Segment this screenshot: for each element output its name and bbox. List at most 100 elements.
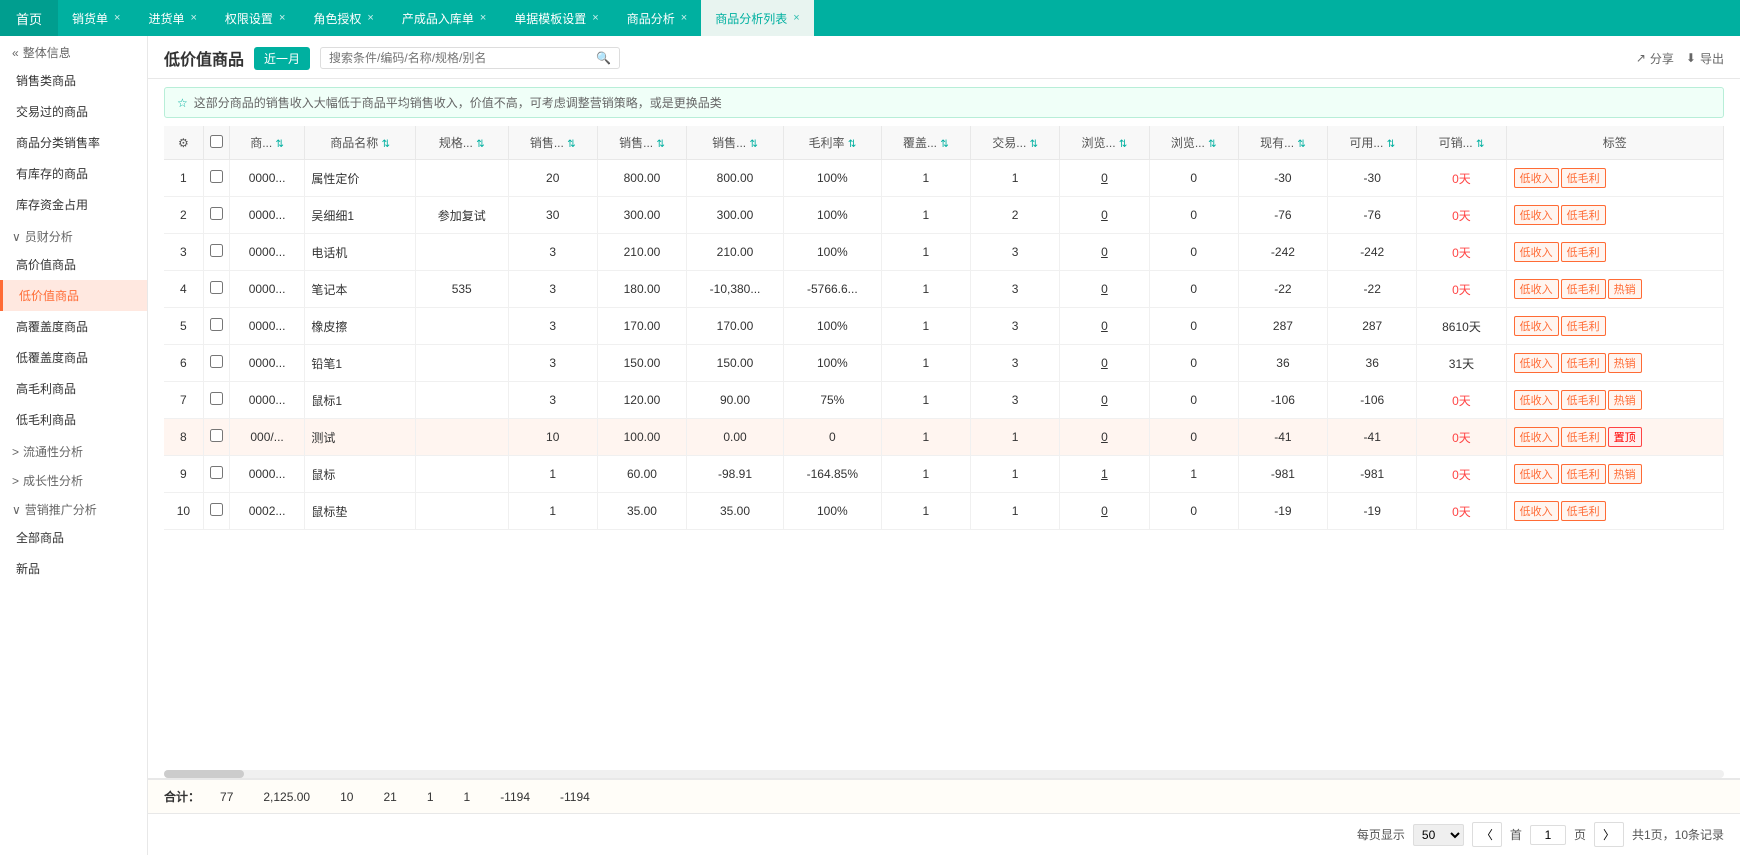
row-name[interactable]: 笔记本 — [305, 271, 416, 308]
column-name[interactable]: 商品名称 ⇅ — [305, 126, 416, 160]
notice-bar: ☆ 这部分商品的销售收入大幅低于商品平均销售收入，价值不高，可考虑调整营销策略，… — [164, 87, 1724, 118]
row-view1[interactable]: 0 — [1060, 271, 1149, 308]
group-toggle-icon[interactable]: > — [12, 474, 19, 488]
row-view1[interactable]: 0 — [1060, 160, 1149, 197]
row-checkbox[interactable] — [203, 234, 229, 271]
row-name[interactable]: 鼠标垫 — [305, 493, 416, 530]
select-all-checkbox[interactable] — [210, 135, 223, 148]
group-toggle-icon[interactable]: > — [12, 445, 19, 459]
column-check[interactable] — [203, 126, 229, 160]
sidebar-item-capital[interactable]: 库存资金占用 — [0, 189, 147, 220]
nav-tab-analysis-list[interactable]: 商品分析列表 × — [701, 0, 813, 36]
search-icon[interactable]: 🔍 — [596, 51, 611, 65]
row-checkbox[interactable] — [203, 197, 229, 234]
row-view1[interactable]: 0 — [1060, 419, 1149, 456]
close-icon[interactable]: × — [681, 12, 687, 24]
column-sale-price[interactable]: 销售... ⇅ — [597, 126, 686, 160]
column-available[interactable]: 可用... ⇅ — [1328, 126, 1417, 160]
column-sale-amount[interactable]: 销售... ⇅ — [687, 126, 784, 160]
column-code[interactable]: 商... ⇅ — [229, 126, 305, 160]
row-name[interactable]: 鼠标 — [305, 456, 416, 493]
close-icon[interactable]: × — [279, 12, 285, 24]
row-checkbox[interactable] — [203, 456, 229, 493]
sidebar-item-all-products[interactable]: 全部商品 — [0, 522, 147, 553]
sidebar-item-low-coverage[interactable]: 低覆盖度商品 — [0, 342, 147, 373]
row-view1[interactable]: 0 — [1060, 197, 1149, 234]
column-saleable[interactable]: 可销... ⇅ — [1417, 126, 1506, 160]
row-name[interactable]: 吴细细1 — [305, 197, 416, 234]
nav-tab-analysis[interactable]: 商品分析 × — [613, 0, 701, 36]
close-icon[interactable]: × — [592, 12, 598, 24]
group-toggle-icon[interactable]: ∨ — [12, 503, 21, 517]
export-button[interactable]: ⬇ 导出 — [1686, 50, 1724, 67]
sidebar-item-high-margin[interactable]: 高毛利商品 — [0, 373, 147, 404]
column-sale-qty[interactable]: 销售... ⇅ — [508, 126, 597, 160]
nav-home[interactable]: 首页 — [0, 0, 58, 36]
total-current: -1194 — [500, 790, 530, 804]
first-page-button[interactable]: 〈 — [1472, 822, 1502, 847]
sidebar-item-low-margin[interactable]: 低毛利商品 — [0, 404, 147, 435]
nav-tab-permissions[interactable]: 权限设置 × — [211, 0, 299, 36]
sidebar-item-high-value[interactable]: 高价值商品 — [0, 249, 147, 280]
nav-tab-roles[interactable]: 角色授权 × — [299, 0, 387, 36]
close-icon[interactable]: × — [190, 12, 196, 24]
share-button[interactable]: ↗ 分享 — [1636, 50, 1674, 67]
row-name[interactable]: 橡皮擦 — [305, 308, 416, 345]
search-input[interactable] — [329, 51, 596, 65]
nav-tab-purchase[interactable]: 进货单 × — [134, 0, 210, 36]
sidebar-item-category-rate[interactable]: 商品分类销售率 — [0, 127, 147, 158]
row-name[interactable]: 测试 — [305, 419, 416, 456]
per-page-select[interactable]: 50 100 200 — [1413, 824, 1464, 846]
next-page-button[interactable]: 〉 — [1594, 822, 1624, 847]
sidebar-item-new-products[interactable]: 新品 — [0, 553, 147, 584]
column-trade[interactable]: 交易... ⇅ — [971, 126, 1060, 160]
row-checkbox[interactable] — [203, 493, 229, 530]
scroll-thumb[interactable] — [164, 770, 244, 778]
sidebar-item-low-value[interactable]: 低价值商品 — [0, 280, 147, 311]
sidebar-item-in-stock[interactable]: 有库存的商品 — [0, 158, 147, 189]
row-checkbox[interactable] — [203, 345, 229, 382]
row-view1[interactable]: 0 — [1060, 345, 1149, 382]
horizontal-scrollbar[interactable] — [164, 770, 1724, 778]
row-view1[interactable]: 1 — [1060, 456, 1149, 493]
close-icon[interactable]: × — [793, 12, 799, 24]
row-name[interactable]: 电话机 — [305, 234, 416, 271]
gear-icon[interactable]: ⚙ — [178, 136, 189, 150]
column-gross-margin[interactable]: 毛利率 ⇅ — [783, 126, 881, 160]
column-view1[interactable]: 浏览... ⇅ — [1060, 126, 1149, 160]
nav-tab-warehouse[interactable]: 产成品入库单 × — [388, 0, 500, 36]
nav-tab-template[interactable]: 单据模板设置 × — [500, 0, 612, 36]
page-number-input[interactable] — [1530, 825, 1566, 845]
row-view1[interactable]: 0 — [1060, 234, 1149, 271]
row-view1[interactable]: 0 — [1060, 382, 1149, 419]
group-toggle-icon[interactable]: ∨ — [12, 230, 21, 244]
nav-tab-sales[interactable]: 销货单 × — [58, 0, 134, 36]
row-view2: 1 — [1149, 456, 1238, 493]
sidebar-group-growth: > 成长性分析 — [0, 464, 147, 493]
row-available: -242 — [1328, 234, 1417, 271]
row-checkbox[interactable] — [203, 271, 229, 308]
row-checkbox[interactable] — [203, 160, 229, 197]
filter-button[interactable]: 近一月 — [254, 47, 310, 70]
close-icon[interactable]: × — [367, 12, 373, 24]
sidebar-item-sales-products[interactable]: 销售类商品 — [0, 65, 147, 96]
column-gear[interactable]: ⚙ — [164, 126, 203, 160]
tag: 低收入 — [1514, 316, 1559, 336]
column-spec[interactable]: 规格... ⇅ — [415, 126, 508, 160]
collapse-icon[interactable]: « — [12, 46, 19, 60]
row-checkbox[interactable] — [203, 419, 229, 456]
row-checkbox[interactable] — [203, 382, 229, 419]
row-checkbox[interactable] — [203, 308, 229, 345]
close-icon[interactable]: × — [114, 12, 120, 24]
column-current[interactable]: 现有... ⇅ — [1238, 126, 1327, 160]
close-icon[interactable]: × — [480, 12, 486, 24]
sidebar-item-high-coverage[interactable]: 高覆盖度商品 — [0, 311, 147, 342]
row-name[interactable]: 铅笔1 — [305, 345, 416, 382]
column-coverage[interactable]: 覆盖... ⇅ — [881, 126, 970, 160]
sidebar-item-traded[interactable]: 交易过的商品 — [0, 96, 147, 127]
row-view1[interactable]: 0 — [1060, 493, 1149, 530]
row-name[interactable]: 属性定价 — [305, 160, 416, 197]
row-name[interactable]: 鼠标1 — [305, 382, 416, 419]
row-view1[interactable]: 0 — [1060, 308, 1149, 345]
column-view2[interactable]: 浏览... ⇅ — [1149, 126, 1238, 160]
